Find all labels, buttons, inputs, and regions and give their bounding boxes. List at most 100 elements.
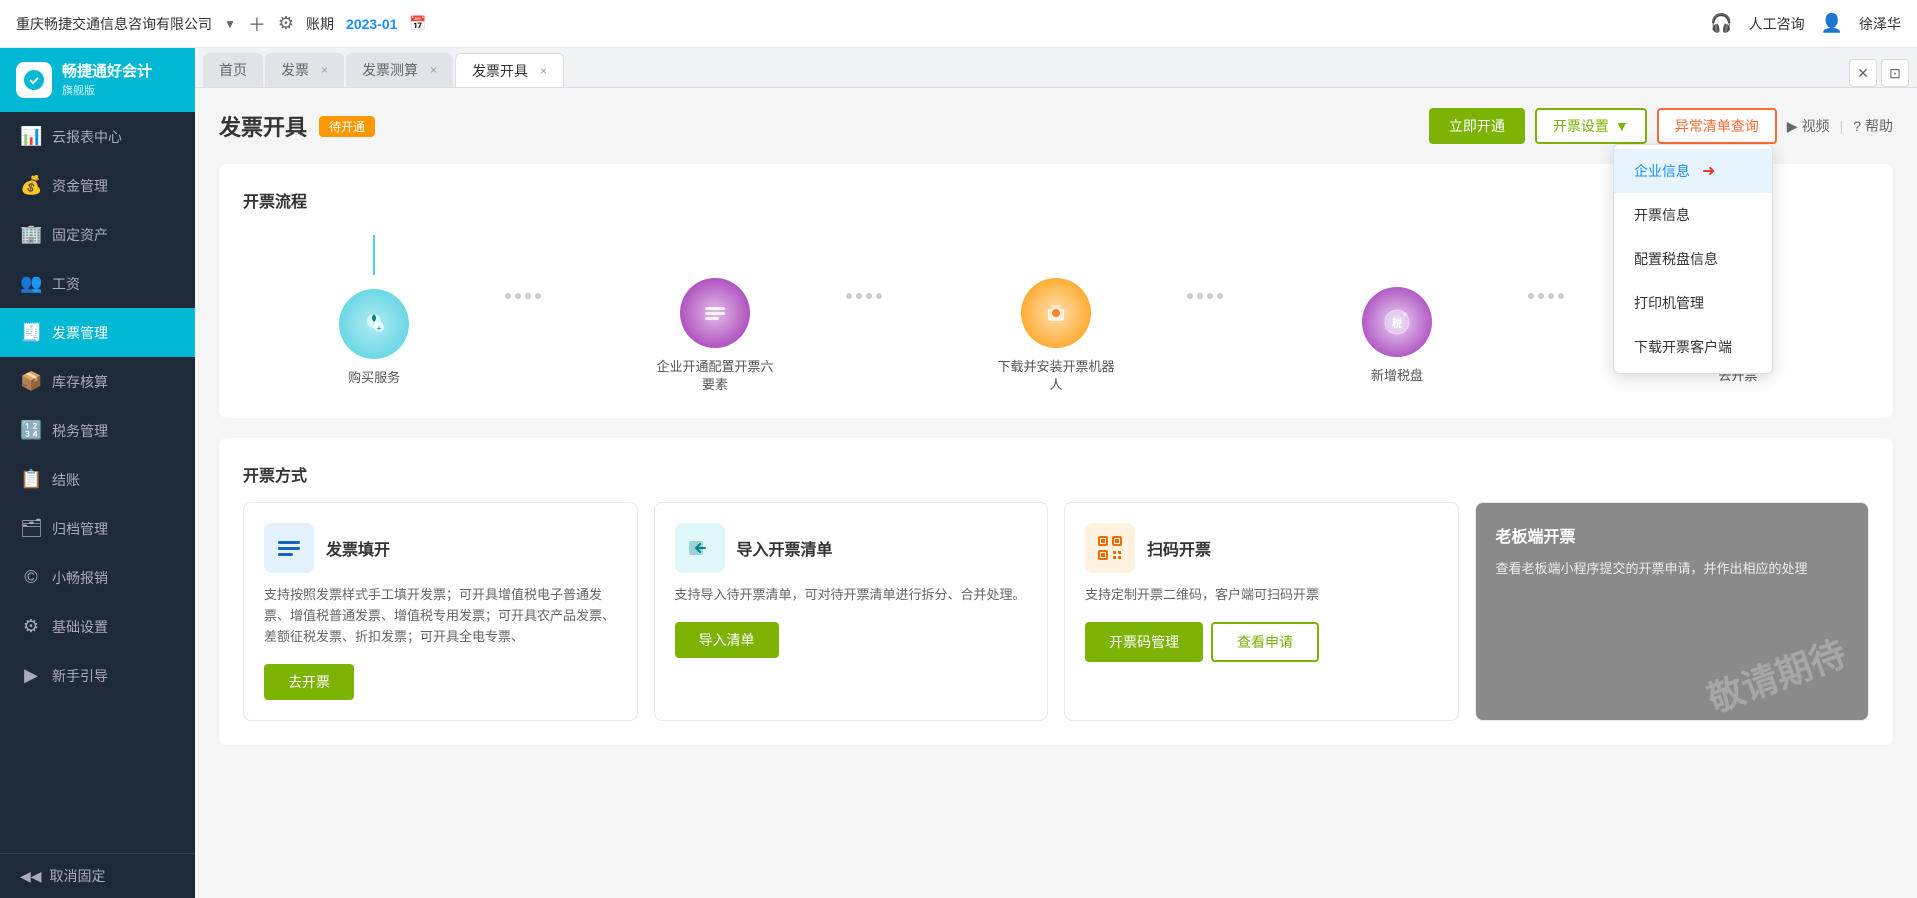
tax-disk-label: 配置税盘信息 — [1634, 249, 1718, 269]
method-scan-btn2[interactable]: 查看申请 — [1211, 622, 1319, 662]
method-scan-icon — [1085, 523, 1135, 573]
logo-title: 畅捷通好会计 — [62, 62, 152, 82]
company-name: 重庆畅捷交通信息咨询有限公司 — [16, 14, 212, 34]
tab-fapiao-kaiju[interactable]: 发票开具 × — [455, 53, 564, 87]
video-button[interactable]: ▶ 视频 — [1787, 116, 1830, 136]
sidebar-item-shuiwu[interactable]: 🔢 税务管理 — [0, 406, 195, 455]
step3-label: 下载并安装开票机器人 — [996, 358, 1116, 394]
sidebar-item-jichushezhi[interactable]: ⚙ 基础设置 — [0, 602, 195, 651]
methods-section: 开票方式 发票填开 — [219, 438, 1893, 744]
svg-text:税: 税 — [1392, 317, 1402, 330]
svg-text:+: + — [377, 324, 382, 333]
svg-text:+: + — [1403, 310, 1408, 319]
sidebar-unpin[interactable]: ◀◀ 取消固定 — [0, 853, 195, 898]
method-fill-header: 发票填开 — [264, 523, 617, 573]
method-card-fill: 发票填开 支持按照发票样式手工填开发票；可开具增值税电子普通发票、增值税普通发票… — [243, 502, 638, 720]
sidebar-item-kucun[interactable]: 📦 库存核算 — [0, 357, 195, 406]
tab-fapiao[interactable]: 发票 × — [265, 53, 344, 87]
dropdown-item-printer[interactable]: 打印机管理 — [1614, 281, 1772, 325]
tab-home-label: 首页 — [219, 60, 247, 80]
method-fill-icon — [264, 523, 314, 573]
sidebar-item-gudingzichan[interactable]: 🏢 固定资产 — [0, 210, 195, 259]
sidebar-item-label: 税务管理 — [52, 421, 108, 441]
layout: 畅捷通好会计 旗舰版 📊 云报表中心 💰 资金管理 🏢 固定资产 👥 工资 — [0, 48, 1917, 898]
calendar-icon[interactable]: 📅 — [409, 15, 426, 32]
tab-fullscreen-btn[interactable]: ⊡ — [1881, 59, 1909, 87]
tab-bar: 首页 发票 × 发票测算 × 发票开具 × ✕ ⊡ — [195, 48, 1917, 88]
headset-icon: 🎧 — [1710, 13, 1732, 34]
top-bar: 重庆畅捷交通信息咨询有限公司 ▼ ＋ ⚙ 账期 2023-01 📅 🎧 人工咨询… — [0, 0, 1917, 48]
logo-area: 畅捷通好会计 旗舰版 — [0, 48, 195, 112]
tab-cesuan-close[interactable]: × — [430, 63, 437, 77]
page-title: 发票开具 — [219, 110, 307, 142]
methods-grid: 发票填开 支持按照发票样式手工填开发票；可开具增值税电子普通发票、增值税普通发票… — [243, 502, 1869, 720]
add-company-icon[interactable]: ＋ — [248, 11, 266, 37]
tab-kaiju-label: 发票开具 — [472, 61, 528, 81]
sidebar-item-gongzi[interactable]: 👥 工资 — [0, 259, 195, 308]
sidebar-item-fapiao[interactable]: 🧾 发票管理 — [0, 308, 195, 357]
gongzi-icon: 👥 — [20, 273, 42, 294]
flow-divider-4 — [1528, 293, 1607, 329]
sidebar-item-baoxiao[interactable]: © 小畅报销 — [0, 553, 195, 602]
sidebar-item-jiezhang[interactable]: 📋 结账 — [0, 455, 195, 504]
methods-section-title: 开票方式 — [243, 462, 1869, 486]
sidebar-item-label: 结账 — [52, 470, 80, 490]
settings-icon[interactable]: ⚙ — [278, 13, 294, 34]
company-info-label: 企业信息 — [1634, 161, 1690, 181]
sidebar-item-xinshouyin[interactable]: ▶ 新手引导 — [0, 651, 195, 700]
period-value: 2023-01 — [346, 16, 397, 32]
zijin-icon: 💰 — [20, 175, 42, 196]
user-name[interactable]: 徐泽华 — [1859, 14, 1901, 34]
abnormal-button[interactable]: 异常清单查询 — [1657, 108, 1777, 144]
help-button[interactable]: ? 帮助 — [1853, 116, 1893, 136]
method-import-btn[interactable]: 导入清单 — [675, 622, 779, 658]
sidebar-item-zijin[interactable]: 💰 资金管理 — [0, 161, 195, 210]
settings-button[interactable]: 开票设置 ▼ — [1535, 108, 1647, 144]
sidebar: 畅捷通好会计 旗舰版 📊 云报表中心 💰 资金管理 🏢 固定资产 👥 工资 — [0, 48, 195, 898]
flow-divider-2 — [846, 293, 925, 329]
dropdown-item-download[interactable]: 下载开票客户端 — [1614, 325, 1772, 369]
method-boss-title: 老板端开票 — [1496, 523, 1576, 547]
divider: | — [1840, 118, 1844, 134]
method-import-title: 导入开票清单 — [737, 536, 833, 560]
sidebar-item-guidang[interactable]: 🗂 归档管理 — [0, 504, 195, 553]
consult-label[interactable]: 人工咨询 — [1749, 14, 1805, 34]
settings-label: 开票设置 — [1553, 116, 1609, 136]
flow-step-1: + 购买服务 — [243, 235, 505, 387]
dropdown-item-tax-disk[interactable]: 配置税盘信息 — [1614, 237, 1772, 281]
method-scan-header: 扫码开票 — [1085, 523, 1438, 573]
sidebar-nav: 📊 云报表中心 💰 资金管理 🏢 固定资产 👥 工资 🧾 发票管理 📦 — [0, 112, 195, 853]
activate-button[interactable]: 立即开通 — [1429, 108, 1525, 144]
dropdown-item-invoice-info[interactable]: 开票信息 — [1614, 193, 1772, 237]
sidebar-item-label: 资金管理 — [52, 176, 108, 196]
sidebar-item-label: 小畅报销 — [52, 568, 108, 588]
main-area: 首页 发票 × 发票测算 × 发票开具 × ✕ ⊡ 发票开具 — [195, 48, 1917, 898]
flow-divider-1 — [505, 293, 584, 329]
sidebar-item-label: 基础设置 — [52, 617, 108, 637]
fapiao-icon: 🧾 — [20, 322, 42, 343]
period-label: 账期 — [306, 14, 334, 34]
settings-chevron: ▼ — [1615, 118, 1629, 134]
step3-icon — [1021, 278, 1091, 348]
question-icon: ? — [1853, 118, 1861, 134]
method-import-desc: 支持导入待开票清单，可对待开票清单进行拆分、合并处理。 — [675, 585, 1028, 606]
method-fill-btn[interactable]: 去开票 — [264, 664, 354, 700]
sidebar-item-yunbao[interactable]: 📊 云报表中心 — [0, 112, 195, 161]
yunbao-icon: 📊 — [20, 126, 42, 147]
method-fill-desc: 支持按照发票样式手工填开发票；可开具增值税电子普通发票、增值税普通发票、增值税专… — [264, 585, 617, 647]
sidebar-item-label: 发票管理 — [52, 323, 108, 343]
step1-label: 购买服务 — [348, 369, 400, 387]
shuiwu-icon: 🔢 — [20, 420, 42, 441]
tab-kaiju-close[interactable]: × — [540, 64, 547, 78]
method-scan-btn1[interactable]: 开票码管理 — [1085, 622, 1203, 662]
tab-fapiao-close[interactable]: × — [321, 63, 328, 77]
invoice-info-label: 开票信息 — [1634, 205, 1690, 225]
tab-close-btn[interactable]: ✕ — [1849, 59, 1877, 87]
tab-fapiao-label: 发票 — [281, 60, 309, 80]
tab-home[interactable]: 首页 — [203, 53, 263, 87]
dropdown-item-company-info[interactable]: 企业信息 ➜ — [1614, 149, 1772, 193]
tab-fapiao-cesuan[interactable]: 发票测算 × — [346, 53, 453, 87]
chevron-down-icon[interactable]: ▼ — [224, 17, 236, 31]
method-card-import: 导入开票清单 支持导入待开票清单，可对待开票清单进行拆分、合并处理。 导入清单 — [654, 502, 1049, 720]
guidang-icon: 🗂 — [20, 518, 42, 539]
